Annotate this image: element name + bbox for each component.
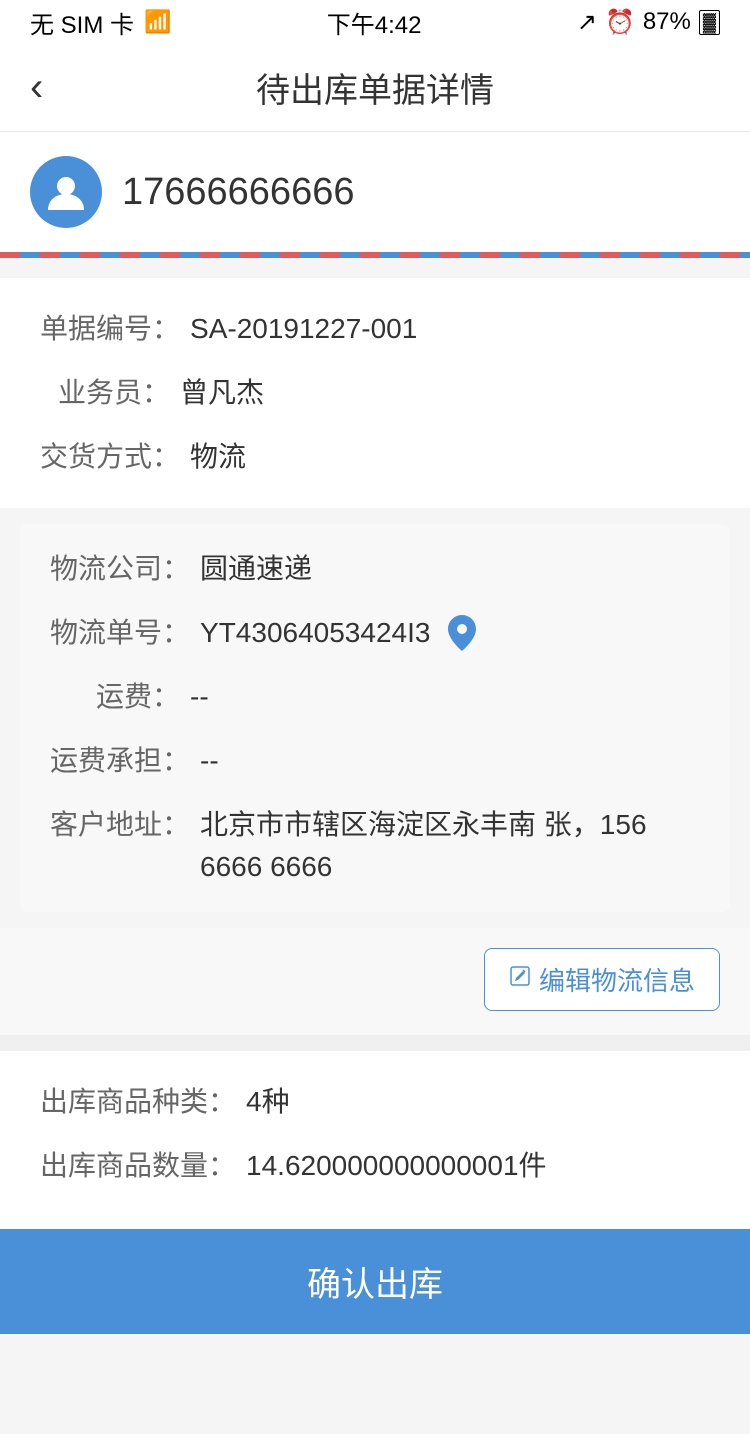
goods-type-label: 出库商品种类： xyxy=(40,1081,236,1123)
confirm-btn-container: 确认出库 xyxy=(0,1229,750,1334)
delivery-method-value: 物流 xyxy=(190,436,710,478)
edit-btn-row: 编辑物流信息 xyxy=(0,928,750,1035)
user-row: 17666666666 xyxy=(0,132,750,252)
freight-bearer-label: 运费承担： xyxy=(50,740,190,782)
edit-icon xyxy=(509,965,531,994)
salesperson-label: 业务员： xyxy=(40,372,170,414)
confirm-outbound-button[interactable]: 确认出库 xyxy=(0,1257,750,1306)
nav-bar: ‹ 待出库单据详情 xyxy=(0,44,750,132)
freight-bearer-value: -- xyxy=(200,740,700,782)
logistics-company-label: 物流公司： xyxy=(50,548,190,590)
freight-value: -- xyxy=(190,676,700,718)
logistics-number-row: 物流单号： YT43064053424I3 xyxy=(50,612,700,654)
delivery-method-label: 交货方式： xyxy=(40,436,180,478)
order-number-value: SA-20191227-001 xyxy=(190,308,710,350)
customer-address-row: 客户地址： 北京市市辖区海淀区永丰南 张，156 6666 6666 xyxy=(50,804,700,888)
goods-quantity-value: 14.620000000000001件 xyxy=(246,1145,710,1187)
page-title: 待出库单据详情 xyxy=(256,63,494,112)
logistics-number-value: YT43064053424I3 xyxy=(200,612,700,654)
battery-text: 87% xyxy=(643,8,691,36)
goods-section: 出库商品种类： 4种 出库商品数量： 14.620000000000001件 xyxy=(0,1051,750,1217)
avatar xyxy=(30,156,102,228)
dashed-divider xyxy=(0,252,750,258)
logistics-company-value: 圆通速递 xyxy=(200,548,700,590)
salesperson-value: 曾凡杰 xyxy=(180,372,710,414)
delivery-method-row: 交货方式： 物流 xyxy=(40,436,710,478)
order-number-row: 单据编号： SA-20191227-001 xyxy=(40,308,710,350)
back-button[interactable]: ‹ xyxy=(30,55,63,120)
edit-logistics-button[interactable]: 编辑物流信息 xyxy=(484,948,720,1011)
goods-type-value: 4种 xyxy=(246,1081,710,1123)
order-info-section: 单据编号： SA-20191227-001 业务员： 曾凡杰 交货方式： 物流 xyxy=(0,278,750,508)
customer-address-value: 北京市市辖区海淀区永丰南 张，156 6666 6666 xyxy=(200,804,700,888)
battery-icon: ▓ xyxy=(699,10,720,35)
logistics-company-row: 物流公司： 圆通速递 xyxy=(50,548,700,590)
goods-quantity-row: 出库商品数量： 14.620000000000001件 xyxy=(40,1145,710,1187)
goods-type-row: 出库商品种类： 4种 xyxy=(40,1081,710,1123)
customer-address-label: 客户地址： xyxy=(50,804,190,846)
logistics-number-label: 物流单号： xyxy=(50,612,190,654)
goods-quantity-label: 出库商品数量： xyxy=(40,1145,236,1187)
status-right: ↗ ⏰ 87% ▓ xyxy=(577,8,720,37)
section-divider xyxy=(0,1035,750,1051)
order-number-label: 单据编号： xyxy=(40,308,180,350)
freight-label: 运费： xyxy=(50,676,180,718)
person-icon xyxy=(44,170,88,214)
alarm-icon: ⏰ xyxy=(605,8,635,37)
edit-logistics-label: 编辑物流信息 xyxy=(539,961,695,998)
user-phone: 17666666666 xyxy=(122,171,354,214)
freight-row: 运费： -- xyxy=(50,676,700,718)
status-left: 无 SIM 卡 📶 xyxy=(30,5,171,40)
freight-bearer-row: 运费承担： -- xyxy=(50,740,700,782)
salesperson-row: 业务员： 曾凡杰 xyxy=(40,372,710,414)
logistics-section: 物流公司： 圆通速递 物流单号： YT43064053424I3 运费： -- … xyxy=(20,524,730,912)
location-icon: ↗ xyxy=(577,8,597,37)
wifi-icon: 📶 xyxy=(144,9,171,35)
location-pin-icon[interactable] xyxy=(444,615,480,651)
status-bar: 无 SIM 卡 📶 下午4:42 ↗ ⏰ 87% ▓ xyxy=(0,0,750,44)
carrier-text: 无 SIM 卡 xyxy=(30,5,134,40)
time-text: 下午4:42 xyxy=(327,5,422,40)
